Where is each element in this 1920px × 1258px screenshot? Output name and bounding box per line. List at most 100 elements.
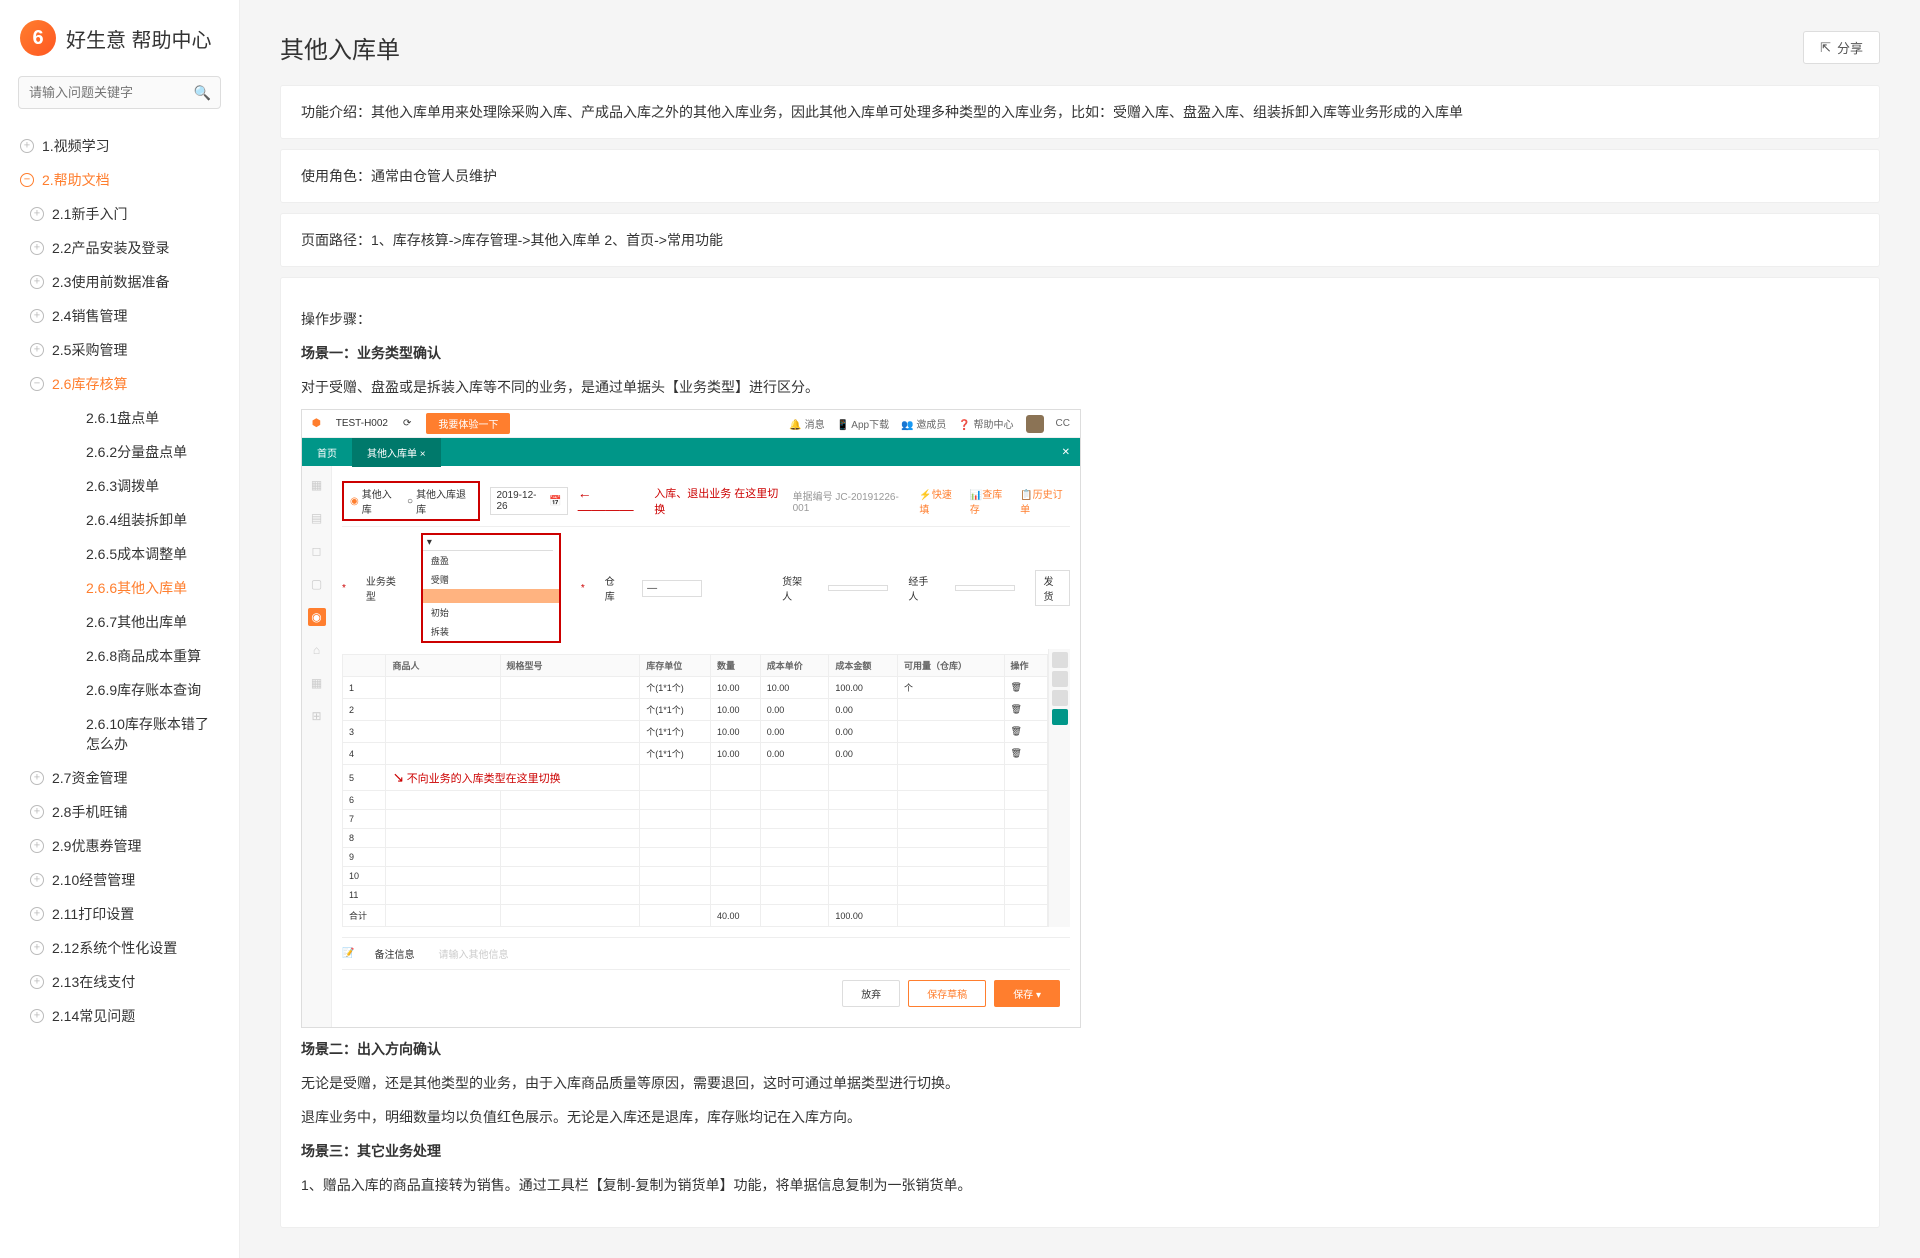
plus-icon xyxy=(30,771,44,785)
ss-nav-icon-5: ◉ xyxy=(308,608,326,626)
nav-2-3[interactable]: 2.3使用前数据准备 xyxy=(30,265,239,299)
ss-nav-icon-4: ▢ xyxy=(308,575,326,593)
nav-label: 2.5采购管理 xyxy=(52,340,127,360)
ss-invite: 👥 邀成员 xyxy=(901,416,946,431)
ss-th: 商品人 xyxy=(386,655,500,677)
ss-row: 11 xyxy=(343,886,1048,905)
ss-nav-icon-1: ▦ xyxy=(308,476,326,494)
ss-th: 可用量（仓库） xyxy=(898,655,1004,677)
minus-icon xyxy=(20,173,34,187)
ss-notif: 🔔 消息 xyxy=(789,416,824,431)
scene2-text1: 无论是受赠，还是其他类型的业务，由于入库商品质量等原因，需要退回，这时可通过单据… xyxy=(301,1072,1859,1096)
nav-label: 2.14常见问题 xyxy=(52,1006,135,1026)
plus-icon xyxy=(30,975,44,989)
ss-row: 7 xyxy=(343,810,1048,829)
ss-docno-label: 单据编号 xyxy=(793,492,833,503)
nav-2-4[interactable]: 2.4销售管理 xyxy=(30,299,239,333)
search-icon[interactable]: 🔍 xyxy=(194,84,211,101)
ss-table: 商品人规格型号库存单位数量成本单价成本金额可用量（仓库）操作 1个(1*1个)1… xyxy=(342,654,1048,927)
intro-label: 功能介绍： xyxy=(301,104,371,120)
nav-2-6-7[interactable]: 2.6.7其他出库单 xyxy=(78,605,239,639)
nav-2-11[interactable]: 2.11打印设置 xyxy=(30,897,239,931)
path-box: 页面路径：1、库存核算->库存管理->其他入库单 2、首页->常用功能 xyxy=(280,213,1880,267)
ss-help: ❓ 帮助中心 xyxy=(958,416,1013,431)
ss-row: 1个(1*1个)10.0010.00100.00个🗑 xyxy=(343,677,1048,699)
ss-save-btn: 保存 ▾ xyxy=(994,980,1060,1007)
plus-icon xyxy=(30,207,44,221)
role-box: 使用角色：通常由仓管人员维护 xyxy=(280,149,1880,203)
steps-label: 操作步骤： xyxy=(301,308,1859,332)
nav-2-6-6[interactable]: 2.6.6其他入库单 xyxy=(78,571,239,605)
ss-memo-input: 请输入其他信息 xyxy=(434,944,1070,963)
ss-row: 5↘ 不向业务的入库类型在这里切换 xyxy=(343,765,1048,791)
nav-2-6-9[interactable]: 2.6.9库存账本查询 xyxy=(78,673,239,707)
ss-reload-icon: ⟳ xyxy=(403,418,411,429)
ss-th: 操作 xyxy=(1004,655,1048,677)
ss-history: 📋历史订单 xyxy=(1020,486,1070,516)
nav-2-7[interactable]: 2.7资金管理 xyxy=(30,761,239,795)
nav-2-6-5[interactable]: 2.6.5成本调整单 xyxy=(78,537,239,571)
nav-2-2[interactable]: 2.2产品安装及登录 xyxy=(30,231,239,265)
nav-2-6-3[interactable]: 2.6.3调拨单 xyxy=(78,469,239,503)
nav-help-docs[interactable]: 2.帮助文档 xyxy=(0,163,239,197)
nav-video-learning[interactable]: 1.视频学习 xyxy=(0,129,239,163)
nav-2-8[interactable]: 2.8手机旺铺 xyxy=(30,795,239,829)
ss-dd-item: 受赠 xyxy=(423,570,559,589)
ss-th: 规格型号 xyxy=(500,655,640,677)
search-box: 🔍 xyxy=(18,76,221,109)
plus-icon xyxy=(30,1009,44,1023)
minus-icon xyxy=(30,377,44,391)
ss-logo-icon: ⬢ xyxy=(312,418,321,429)
content-body: 操作步骤： 场景一：业务类型确认 对于受赠、盘盈或是拆装入库等不同的业务，是通过… xyxy=(280,277,1880,1228)
nav-2-14[interactable]: 2.14常见问题 xyxy=(30,999,239,1033)
ss-shelf-input xyxy=(828,585,888,591)
ss-tool-icon xyxy=(1052,652,1068,668)
share-icon: ⇱ xyxy=(1820,40,1831,56)
ss-topbar: ⬢ TEST-H002 ⟳ 我要体验一下 🔔 消息 📱 App下载 👥 邀成员 … xyxy=(302,410,1080,438)
ss-nav-icon-7: ▦ xyxy=(308,674,326,692)
ss-row: 10 xyxy=(343,867,1048,886)
nav-2-5[interactable]: 2.5采购管理 xyxy=(30,333,239,367)
nav-label: 2.7资金管理 xyxy=(52,768,127,788)
ss-env-label: TEST-H002 xyxy=(336,418,388,429)
search-input[interactable] xyxy=(18,76,221,109)
ss-total-row: 合计40.00100.00 xyxy=(343,905,1048,927)
ss-dd-item: 拆装 xyxy=(423,622,559,641)
ss-th: 成本单价 xyxy=(760,655,829,677)
nav-tree: 1.视频学习 2.帮助文档 2.1新手入门 2.2产品安装及登录 2.3使用前数… xyxy=(0,129,239,1033)
ss-memo-label: 备注信息 xyxy=(374,946,414,961)
page-header: 其他入库单 ⇱分享 xyxy=(280,30,1880,65)
ss-nav-icon-8: ⊞ xyxy=(308,707,326,725)
ss-tool-icon xyxy=(1052,690,1068,706)
path-text: 1、库存核算->库存管理->其他入库单 2、首页->常用功能 xyxy=(371,232,723,248)
scene2-title: 场景二：出入方向确认 xyxy=(301,1038,1859,1062)
ss-nav-icon-2: ▤ xyxy=(308,509,326,527)
plus-icon xyxy=(30,941,44,955)
ss-dd-item-selected xyxy=(423,589,559,603)
nav-2-6-1[interactable]: 2.6.1盘点单 xyxy=(78,401,239,435)
page-title: 其他入库单 xyxy=(280,30,400,65)
nav-label: 2.6库存核算 xyxy=(52,374,127,394)
nav-2-6-2[interactable]: 2.6.2分量盘点单 xyxy=(78,435,239,469)
nav-2-9[interactable]: 2.9优惠券管理 xyxy=(30,829,239,863)
nav-2-1[interactable]: 2.1新手入门 xyxy=(30,197,239,231)
scene1-text: 对于受赠、盘盈或是拆装入库等不同的业务，是通过单据头【业务类型】进行区分。 xyxy=(301,376,1859,400)
logo-icon: 6 xyxy=(20,20,56,56)
ss-row: 9 xyxy=(343,848,1048,867)
scene1-title: 场景一：业务类型确认 xyxy=(301,342,1859,366)
ss-annotation-1: 入库、退出业务 在这里切换 xyxy=(654,485,782,517)
nav-2-6-4[interactable]: 2.6.4组装拆卸单 xyxy=(78,503,239,537)
nav-2-6-10[interactable]: 2.6.10库存账本错了怎么办 xyxy=(78,707,239,761)
role-text: 通常由仓管人员维护 xyxy=(371,168,497,184)
nav-2-6-8[interactable]: 2.6.8商品成本重算 xyxy=(78,639,239,673)
nav-2-6[interactable]: 2.6库存核算 xyxy=(30,367,239,401)
nav-2-12[interactable]: 2.12系统个性化设置 xyxy=(30,931,239,965)
nav-2-10[interactable]: 2.10经营管理 xyxy=(30,863,239,897)
plus-icon xyxy=(30,275,44,289)
plus-icon xyxy=(30,343,44,357)
nav-label: 2.11打印设置 xyxy=(52,904,134,924)
share-button[interactable]: ⇱分享 xyxy=(1803,31,1880,64)
brand-logo[interactable]: 6 好生意 帮助中心 xyxy=(0,20,239,76)
nav-2-13[interactable]: 2.13在线支付 xyxy=(30,965,239,999)
ss-avatar xyxy=(1026,415,1044,433)
